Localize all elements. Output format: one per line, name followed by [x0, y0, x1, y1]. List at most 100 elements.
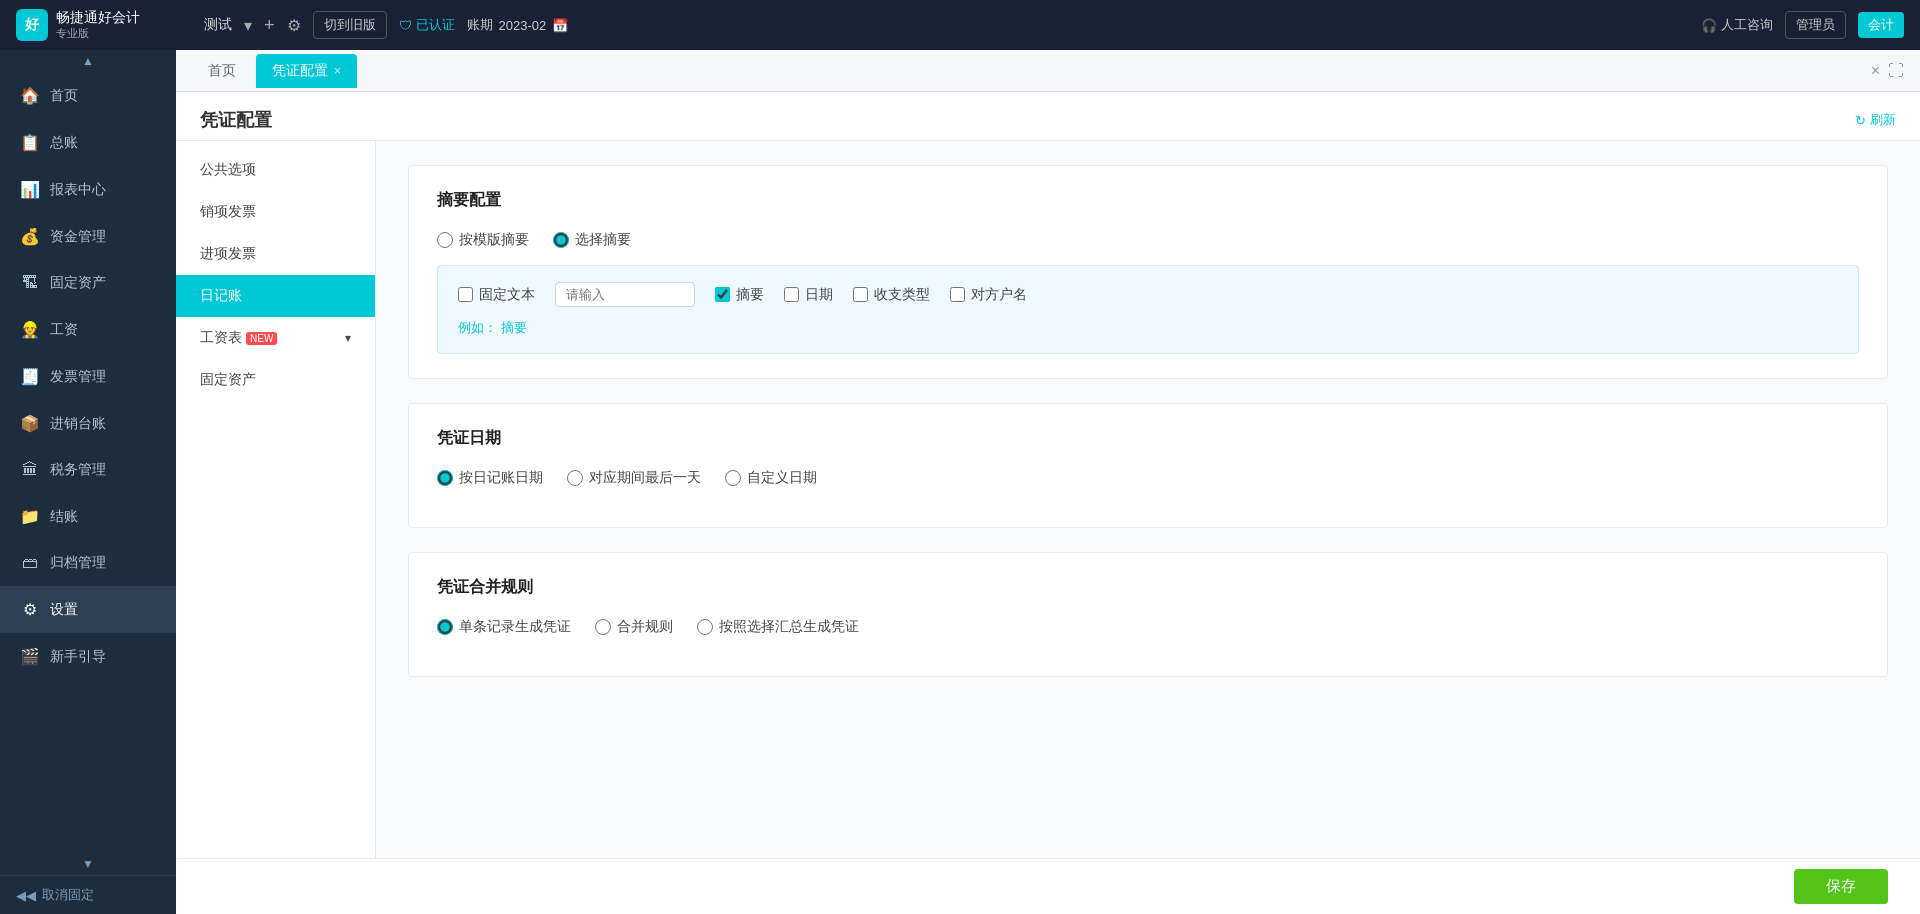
date-radio-journal-label: 按日记账日期: [459, 469, 543, 487]
summary-radio-template-label: 按模版摘要: [459, 231, 529, 249]
tab-voucher-config[interactable]: 凭证配置 ×: [256, 54, 357, 88]
nav-item-fixed-assets[interactable]: 固定资产: [176, 359, 375, 401]
merge-radio-rule-label: 合并规则: [617, 618, 673, 636]
nav-item-journal[interactable]: 日记账: [176, 275, 375, 317]
tax-icon: 🏛: [20, 461, 40, 479]
sidebar-item-reports[interactable]: 📊 报表中心: [0, 166, 176, 213]
sidebar-item-fixed-assets[interactable]: 🏗 固定资产: [0, 260, 176, 306]
tab-home[interactable]: 首页: [192, 54, 252, 88]
headset-icon: 🎧: [1701, 18, 1717, 33]
checkbox-summary-label: 摘要: [736, 286, 764, 304]
home-icon: 🏠: [20, 86, 40, 105]
date-radio-last-day-input[interactable]: [567, 470, 583, 486]
fixed-text-input[interactable]: [555, 282, 695, 307]
example-value: 摘要: [501, 320, 527, 335]
merge-radio-single-input[interactable]: [437, 619, 453, 635]
merge-radio-single[interactable]: 单条记录生成凭证: [437, 618, 571, 636]
merge-radio-summary-input[interactable]: [697, 619, 713, 635]
nav-label-fixed-assets: 固定资产: [200, 371, 256, 387]
sidebar-label-archive: 归档管理: [50, 554, 106, 572]
checkbox-date[interactable]: 日期: [784, 286, 833, 304]
sidebar-scroll-up[interactable]: ▲: [0, 50, 176, 72]
page-title: 凭证配置: [200, 108, 272, 132]
checkbox-counterpart-input[interactable]: [950, 287, 965, 302]
sidebar-scroll: 🏠 首页 📋 总账 📊 报表中心 💰 资金管理 🏗 固定资产 👷 工资: [0, 72, 176, 853]
settings-icon: ⚙: [20, 600, 40, 619]
summary-radio-select[interactable]: 选择摘要: [553, 231, 631, 249]
merge-radio-rule-input[interactable]: [595, 619, 611, 635]
merge-radio-summary[interactable]: 按照选择汇总生成凭证: [697, 618, 859, 636]
checkbox-fixed-text-input[interactable]: [458, 287, 473, 302]
sidebar-scroll-down[interactable]: ▼: [0, 853, 176, 875]
cancel-fixed-button[interactable]: ◀◀ 取消固定: [0, 875, 176, 914]
consultant-button[interactable]: 🎧 人工咨询: [1701, 16, 1773, 34]
shield-icon: 🛡: [399, 18, 412, 33]
sidebar-item-ledger[interactable]: 📋 总账: [0, 119, 176, 166]
date-radio-journal-input[interactable]: [437, 470, 453, 486]
nav-item-sales-invoice[interactable]: 销项发票: [176, 191, 375, 233]
admin-button[interactable]: 管理员: [1785, 11, 1846, 39]
nav-item-payroll[interactable]: 工资表 NEW ▾: [176, 317, 375, 359]
merge-title: 凭证合并规则: [437, 577, 1859, 598]
sidebar-label-ledger: 总账: [50, 134, 78, 152]
checkbox-fixed-text[interactable]: 固定文本: [458, 286, 535, 304]
merge-section: 凭证合并规则 单条记录生成凭证 合并规则: [408, 552, 1888, 677]
checkbox-summary-input[interactable]: [715, 287, 730, 302]
checkbox-counterpart[interactable]: 对方户名: [950, 286, 1027, 304]
sidebar-label-reports: 报表中心: [50, 181, 106, 199]
content-area: 首页 凭证配置 × × ⛶ 凭证配置 ↻ 刷新: [176, 50, 1920, 914]
sidebar-item-home[interactable]: 🏠 首页: [0, 72, 176, 119]
refresh-button[interactable]: ↻ 刷新: [1855, 111, 1896, 129]
sidebar-item-invoice[interactable]: 🧾 发票管理: [0, 353, 176, 400]
checkbox-options: 固定文本 摘要 日期: [458, 282, 1838, 307]
nav-item-purchase-invoice[interactable]: 进项发票: [176, 233, 375, 275]
fixed-assets-icon: 🏗: [20, 274, 40, 292]
checkbox-income-type-input[interactable]: [853, 287, 868, 302]
capital-icon: 💰: [20, 227, 40, 246]
sidebar-label-sales: 进销台账: [50, 415, 106, 433]
checkbox-summary[interactable]: 摘要: [715, 286, 764, 304]
nav-label-public: 公共选项: [200, 161, 256, 177]
date-radio-last-day[interactable]: 对应期间最后一天: [567, 469, 701, 487]
summary-radio-template[interactable]: 按模版摘要: [437, 231, 529, 249]
accountant-button[interactable]: 会计: [1858, 12, 1904, 38]
sidebar-item-capital[interactable]: 💰 资金管理: [0, 213, 176, 260]
summary-radio-template-input[interactable]: [437, 232, 453, 248]
expand-icon[interactable]: ⛶: [1888, 62, 1904, 80]
page-header: 凭证配置 ↻ 刷新: [176, 92, 1920, 141]
sidebar-item-close[interactable]: 📁 结账: [0, 493, 176, 540]
period-info: 账期 2023-02 📅: [467, 16, 569, 34]
tab-bar-right: × ⛶: [1871, 62, 1904, 80]
date-radio-custom[interactable]: 自定义日期: [725, 469, 817, 487]
sidebar: ▲ 🏠 首页 📋 总账 📊 报表中心 💰 资金管理 🏗 固定资产: [0, 50, 176, 914]
summary-radio-select-input[interactable]: [553, 232, 569, 248]
settings-icon[interactable]: ⚙: [287, 16, 301, 35]
invoice-icon: 🧾: [20, 367, 40, 386]
checkbox-income-type[interactable]: 收支类型: [853, 286, 930, 304]
chevron-down-icon[interactable]: ▾: [244, 16, 252, 35]
close-window-icon[interactable]: ×: [1871, 62, 1880, 80]
date-radio-journal[interactable]: 按日记账日期: [437, 469, 543, 487]
nav-item-public[interactable]: 公共选项: [176, 149, 375, 191]
sidebar-item-archive[interactable]: 🗃 归档管理: [0, 540, 176, 586]
sidebar-label-salary: 工资: [50, 321, 78, 339]
sidebar-item-tax[interactable]: 🏛 税务管理: [0, 447, 176, 493]
logo-text-area: 畅捷通好会计 专业版: [56, 9, 140, 41]
switch-old-button[interactable]: 切到旧版: [313, 11, 387, 39]
date-radio-custom-input[interactable]: [725, 470, 741, 486]
save-button[interactable]: 保存: [1794, 869, 1888, 904]
tab-close-icon[interactable]: ×: [334, 64, 341, 78]
calendar-icon[interactable]: 📅: [552, 18, 568, 33]
merge-radio-rule[interactable]: 合并规则: [595, 618, 673, 636]
sidebar-item-sales[interactable]: 📦 进销台账: [0, 400, 176, 447]
sidebar-item-guide[interactable]: 🎬 新手引导: [0, 633, 176, 680]
date-radio-group: 按日记账日期 对应期间最后一天 自定义日期: [437, 469, 1859, 487]
left-nav: 公共选项 销项发票 进项发票 日记账 工资表 NEW ▾: [176, 141, 376, 858]
add-icon[interactable]: +: [264, 15, 275, 36]
checkbox-date-input[interactable]: [784, 287, 799, 302]
tab-voucher-label: 凭证配置: [272, 62, 328, 80]
tab-home-label: 首页: [208, 62, 236, 80]
merge-radio-summary-label: 按照选择汇总生成凭证: [719, 618, 859, 636]
sidebar-item-settings[interactable]: ⚙ 设置: [0, 586, 176, 633]
sidebar-item-salary[interactable]: 👷 工资: [0, 306, 176, 353]
